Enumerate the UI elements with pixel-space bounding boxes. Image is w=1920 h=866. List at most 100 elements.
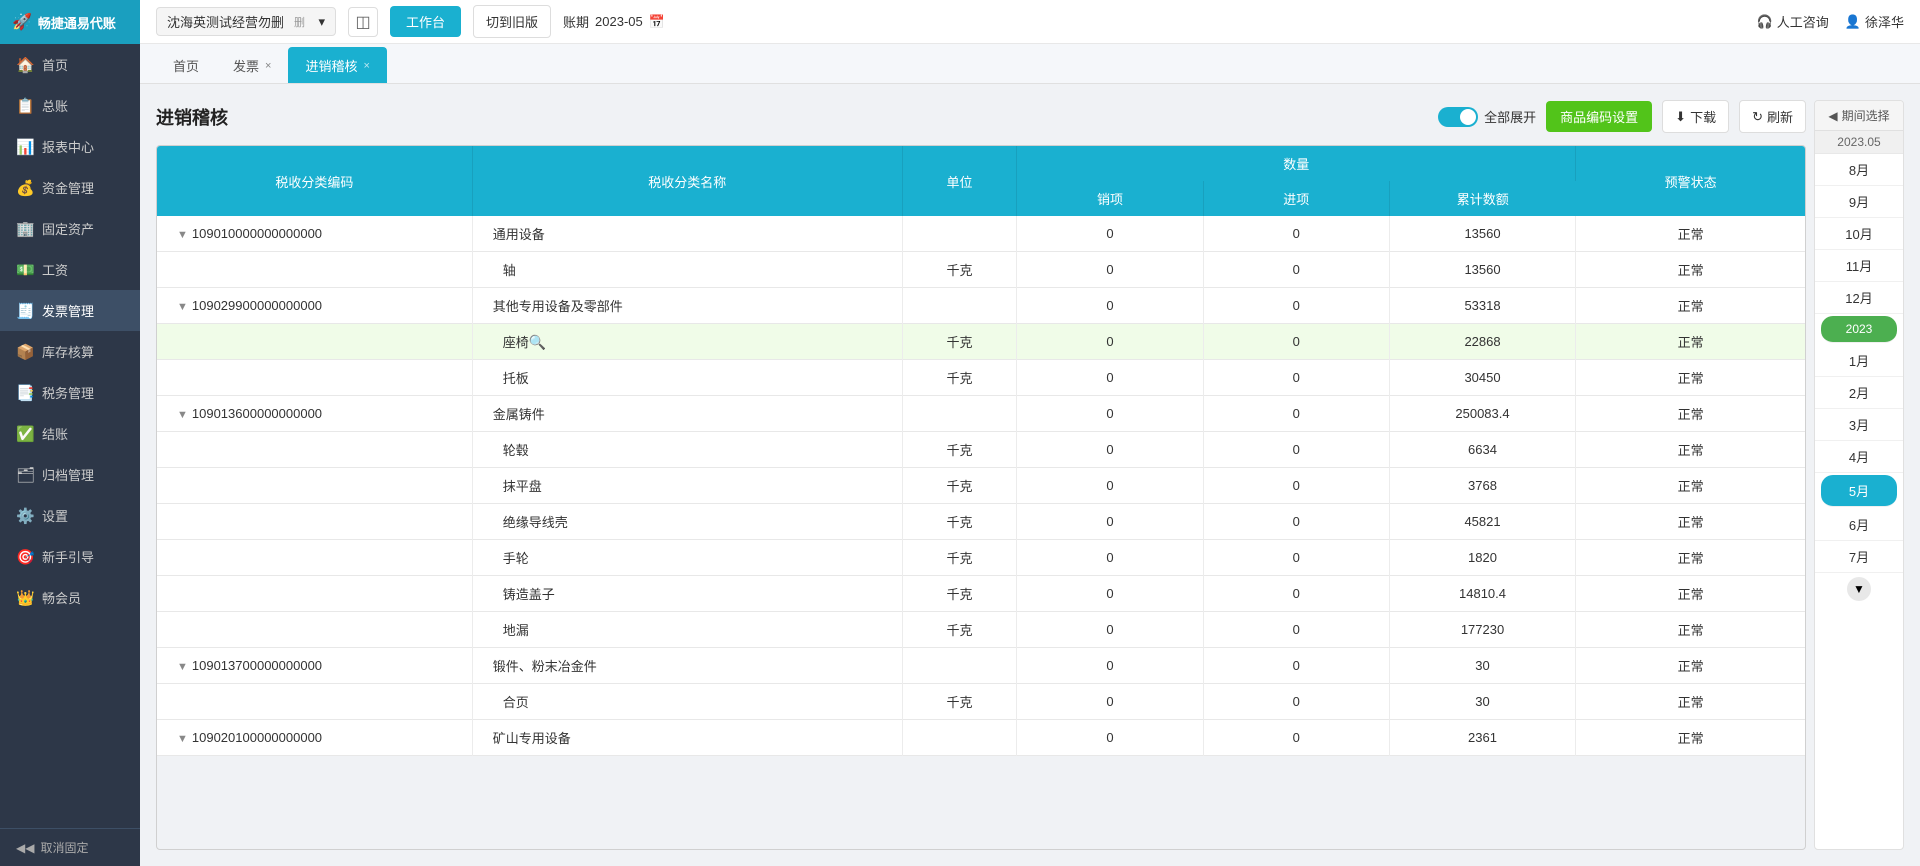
cell-status: 正常 [1576,468,1805,504]
period-nav-down-btn[interactable]: ▼ [1847,577,1871,601]
cell-status: 正常 [1576,612,1805,648]
cell-code [157,504,472,540]
cell-status: 正常 [1576,360,1805,396]
cell-total: 250083.4 [1389,396,1575,432]
period-month-4[interactable]: 4月 [1815,441,1903,473]
period-panel: ◀ 期间选择 2023.05 8月 9月 10月 11月 12月 2023 1月… [1814,100,1904,850]
table-row: 地漏 千克 0 0 177230 正常 [157,612,1805,648]
period-value: 2023-05 [595,14,643,29]
period-month-7[interactable]: 7月 [1815,541,1903,573]
cell-code: ▼109013700000000000 [157,648,472,684]
page-header: 进销稽核 全部展开 商品编码设置 ⬇ 下载 ↻ 刷 [156,100,1806,133]
sidebar-item-tax[interactable]: 📑 税务管理 [0,372,140,413]
sidebar-item-label: 发票管理 [42,301,94,320]
switch-version-button[interactable]: 切到旧版 [473,5,551,38]
tab-reconcile-label: 进销稽核 [305,56,357,75]
calendar-icon[interactable]: 📅 [649,14,665,30]
collapse-icon[interactable]: ▼ [177,661,188,673]
tab-reconcile[interactable]: 进销稽核 × [288,47,386,83]
sidebar-item-funds[interactable]: 💰 资金管理 [0,167,140,208]
sidebar-item-salary[interactable]: 💵 工资 [0,249,140,290]
download-btn[interactable]: ⬇ 下载 [1662,100,1729,133]
period-month-1[interactable]: 1月 [1815,345,1903,377]
sidebar-item-reports[interactable]: 📊 报表中心 [0,126,140,167]
th-total: 累计数额 [1389,181,1575,216]
cell-code [157,432,472,468]
collapse-icon[interactable]: ▼ [177,229,188,241]
th-quantity: 数量 [1017,146,1576,181]
sidebar-item-settings[interactable]: ⚙️ 设置 [0,495,140,536]
collapse-icon[interactable]: ▼ [177,733,188,745]
tab-reconcile-close[interactable]: × [363,60,369,72]
sidebar-item-label: 税务管理 [42,383,94,402]
period-nav-down[interactable]: ▼ [1815,573,1903,605]
user-profile[interactable]: 👤 徐泽华 [1845,12,1904,31]
cell-purchase: 0 [1203,468,1389,504]
cell-status: 正常 [1576,576,1805,612]
cell-unit: 千克 [902,252,1017,288]
cell-unit [902,288,1017,324]
topbar-right: 🎧 人工咨询 👤 徐泽华 [1757,12,1904,31]
period-month-2[interactable]: 2月 [1815,377,1903,409]
service-label: 人工咨询 [1777,12,1829,31]
cell-total: 1820 [1389,540,1575,576]
cell-sales: 0 [1017,396,1203,432]
sidebar-item-label: 结账 [42,424,68,443]
period-month-11[interactable]: 11月 [1815,250,1903,282]
download-label: 下载 [1690,107,1716,126]
user-icon: 👤 [1845,14,1861,30]
service-btn[interactable]: 🎧 人工咨询 [1757,12,1829,31]
cell-name: 抹平盘 [472,468,902,504]
period-scroll[interactable]: 2023.05 8月 9月 10月 11月 12月 2023 1月 2月 3月 … [1815,131,1903,849]
toggle-track[interactable] [1438,107,1478,127]
cell-code [157,360,472,396]
period-month-10[interactable]: 10月 [1815,218,1903,250]
period-header-label: 期间选择 [1842,107,1890,124]
sidebar-item-guide[interactable]: 🎯 新手引导 [0,536,140,577]
period-month-12[interactable]: 12月 [1815,282,1903,314]
period-info: 账期 2023-05 📅 [563,12,665,31]
tab-invoice[interactable]: 发票 × [216,47,288,83]
reports-icon: 📊 [16,138,34,156]
cell-status: 正常 [1576,324,1805,360]
cell-purchase: 0 [1203,720,1389,756]
collapse-icon[interactable]: ▼ [177,301,188,313]
arrow-left-icon[interactable]: ◀ [1828,109,1837,123]
tab-invoice-close[interactable]: × [265,60,271,72]
th-unit: 单位 [902,146,1017,216]
sidebar-item-checkout[interactable]: ✅ 结账 [0,413,140,454]
cell-status: 正常 [1576,504,1805,540]
toggle-thumb [1460,109,1476,125]
sidebar-item-assets[interactable]: 🏢 固定资产 [0,208,140,249]
cell-total: 2361 [1389,720,1575,756]
cell-purchase: 0 [1203,648,1389,684]
expand-all-toggle[interactable]: 全部展开 [1438,107,1536,127]
company-dropdown-icon[interactable]: ▾ [318,14,325,30]
cell-sales: 0 [1017,216,1203,252]
collapse-icon[interactable]: ▼ [177,409,188,421]
tab-home[interactable]: 首页 [156,47,216,83]
workbench-button[interactable]: 工作台 [390,6,461,37]
sidebar-item-member[interactable]: 👑 畅会员 [0,577,140,618]
cancel-fixed-btn[interactable]: ◀◀ 取消固定 [0,828,140,866]
period-month-8[interactable]: 8月 [1815,154,1903,186]
period-month-5-active[interactable]: 5月 [1821,475,1897,507]
cell-name: 矿山专用设备 [472,720,902,756]
period-month-9[interactable]: 9月 [1815,186,1903,218]
company-delete-icon[interactable]: 删 [294,14,305,30]
product-code-btn[interactable]: 商品编码设置 [1546,101,1652,132]
period-month-6[interactable]: 6月 [1815,509,1903,541]
sidebar-item-ledger[interactable]: 📋 总账 [0,85,140,126]
company-selector[interactable]: 沈海英测试经营勿删 删 ▾ [156,7,336,36]
period-month-3[interactable]: 3月 [1815,409,1903,441]
archive-btn[interactable]: ◫ [348,7,378,37]
cell-unit: 千克 [902,504,1017,540]
cell-code: ▼109013600000000000 [157,396,472,432]
sidebar-item-inventory[interactable]: 📦 库存核算 [0,331,140,372]
sidebar-item-label: 固定资产 [42,219,94,238]
search-icon[interactable]: 🔍 [529,334,546,350]
sidebar-item-home[interactable]: 🏠 首页 [0,44,140,85]
sidebar-item-invoice[interactable]: 🧾 发票管理 [0,290,140,331]
refresh-btn[interactable]: ↻ 刷新 [1739,100,1806,133]
sidebar-item-archive[interactable]: 🗂 归档管理 [0,454,140,495]
